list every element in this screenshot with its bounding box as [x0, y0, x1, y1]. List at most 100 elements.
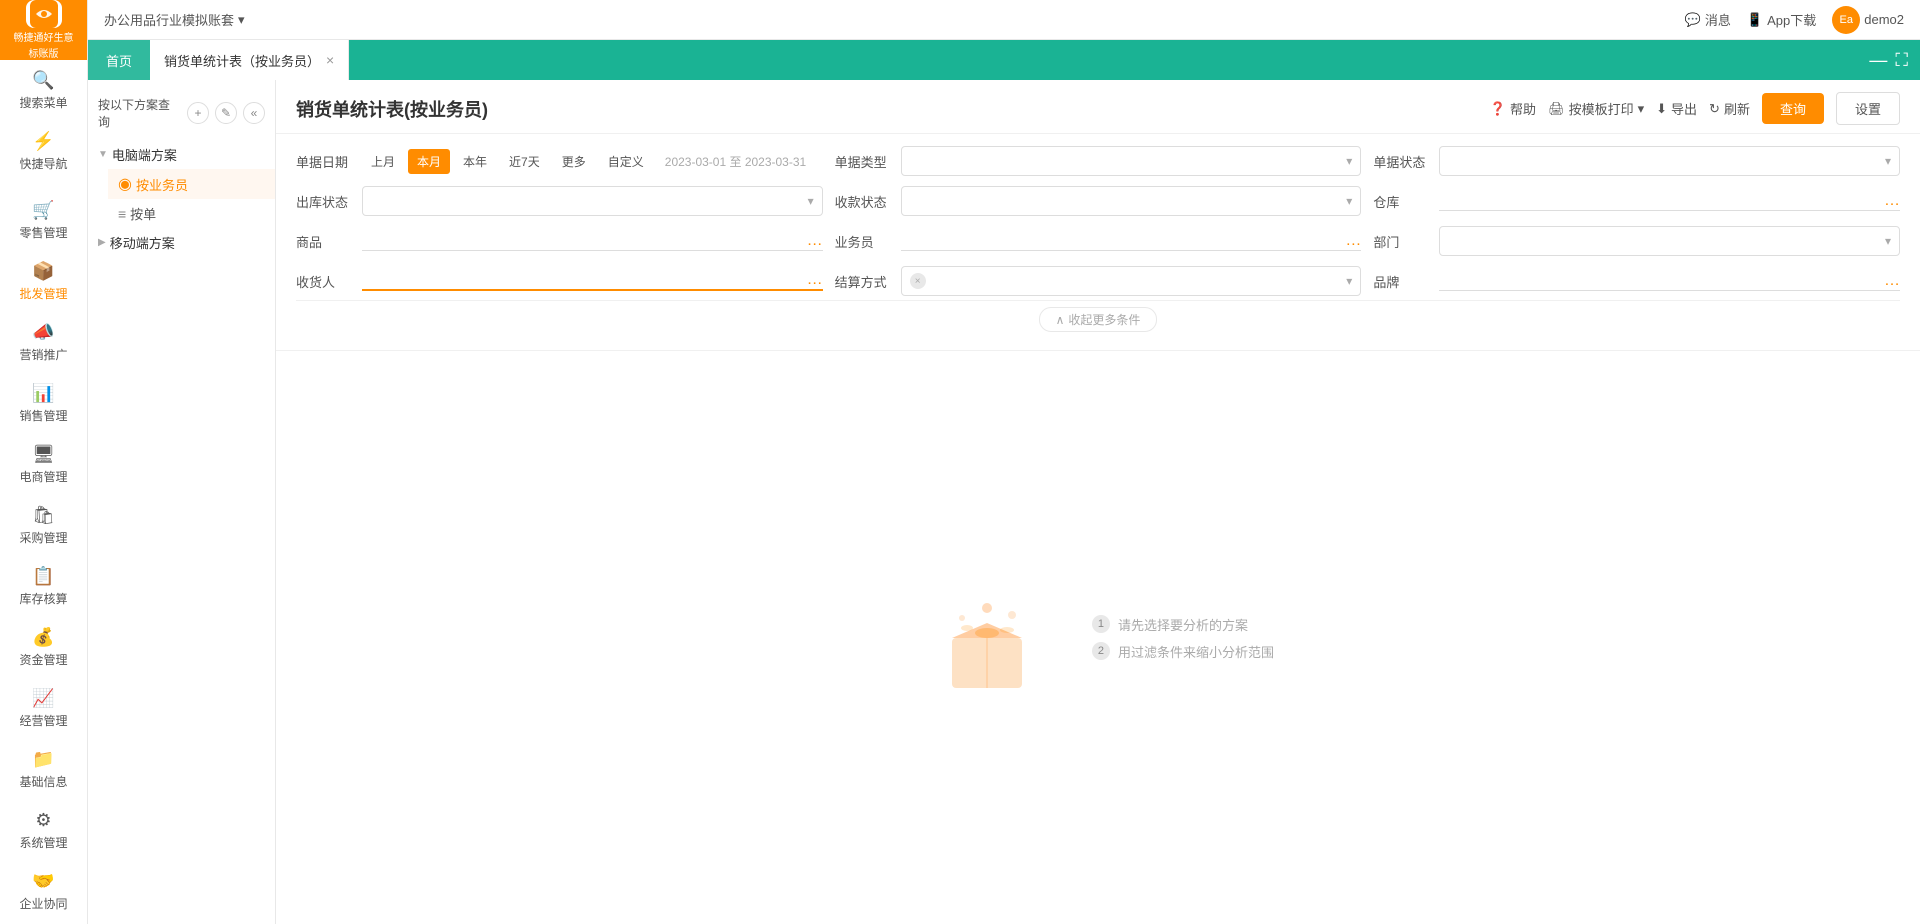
- export-icon: ⬇: [1656, 101, 1667, 117]
- doc-type-select[interactable]: ▾: [901, 146, 1362, 176]
- panel-collapse-btn[interactable]: «: [243, 102, 265, 124]
- sidebar-item-marketing[interactable]: 📣 营销推广: [0, 312, 88, 373]
- receipt-status-arrow-icon: ▾: [1346, 194, 1352, 208]
- out-status-arrow-icon: ▾: [808, 194, 814, 208]
- doc-status-arrow-icon: ▾: [1885, 154, 1891, 168]
- system-nav-icon: ⚙: [35, 810, 51, 831]
- sidebar-label-system: 系统管理: [19, 834, 67, 851]
- settlement-arrow-icon: ▾: [1346, 274, 1352, 288]
- salesperson-dots-icon[interactable]: …: [1345, 232, 1361, 250]
- avatar-text: Ea: [1840, 14, 1853, 26]
- sidebar-item-sales[interactable]: 📊 销售管理: [0, 373, 88, 434]
- tree-item-by-order[interactable]: ≡ 按单: [108, 199, 275, 228]
- sidebar-item-purchase[interactable]: 🛍 采购管理: [0, 495, 88, 556]
- salesperson-label: 业务员: [835, 232, 895, 251]
- template-print-btn[interactable]: 🖨 按模板打印 ▾: [1548, 99, 1644, 118]
- settings-button[interactable]: 设置: [1836, 92, 1900, 125]
- tree-label-mobile: 移动端方案: [110, 233, 175, 252]
- message-label: 消息: [1705, 10, 1731, 29]
- collapse-label: 收起更多条件: [1068, 311, 1140, 328]
- tab-active[interactable]: 销货单统计表（按业务员） ×: [150, 40, 349, 80]
- tip-text-2: 用过滤条件来缩小分析范围: [1118, 642, 1274, 661]
- receipt-status-filter-item: 收款状态 ▾: [835, 186, 1362, 216]
- settlement-select[interactable]: × ▾: [901, 266, 1362, 296]
- tab-close-icon[interactable]: ×: [326, 52, 334, 68]
- department-select[interactable]: ▾: [1439, 226, 1900, 256]
- receipt-status-select[interactable]: ▾: [901, 186, 1362, 216]
- out-status-label: 出库状态: [296, 192, 356, 211]
- brand-input[interactable]: [1439, 273, 1880, 288]
- industry-selector[interactable]: 办公用品行业模拟账套 ▾: [104, 10, 245, 29]
- consignee-input[interactable]: [362, 273, 803, 288]
- page-title: 销货单统计表(按业务员): [296, 96, 488, 122]
- sidebar-item-basic[interactable]: 📁 基础信息: [0, 739, 88, 800]
- consignee-dots-icon[interactable]: …: [807, 271, 823, 289]
- purchase-nav-icon: 🛍: [32, 505, 55, 526]
- product-filter-item: 商品 …: [296, 226, 823, 256]
- tree-section: ▼ 电脑端方案 ◉ 按业务员 ≡ 按单 ▶ 移动端方案: [88, 136, 275, 261]
- panel-header: 按以下方案查询 + ✎ «: [88, 90, 275, 136]
- tree-desktop[interactable]: ▼ 电脑端方案: [88, 140, 275, 169]
- search-nav-icon: 🔍: [32, 70, 54, 91]
- panel-add-btn[interactable]: +: [187, 102, 209, 124]
- sidebar-item-search[interactable]: 🔍 搜索菜单: [0, 60, 88, 121]
- window-maximize-btn[interactable]: ⛶: [1895, 50, 1908, 71]
- warehouse-input[interactable]: [1439, 193, 1880, 208]
- settlement-clear-icon[interactable]: ×: [910, 273, 926, 289]
- order-icon: ≡: [118, 206, 126, 222]
- print-dropdown-icon: ▾: [1638, 101, 1645, 117]
- main-area: 办公用品行业模拟账套 ▾ 💬 消息 📱 App下载 Ea demo2 首页: [88, 0, 1920, 924]
- collapse-btn[interactable]: ∧ 收起更多条件: [1039, 307, 1158, 332]
- sidebar-item-ecommerce[interactable]: 🖥 电商管理: [0, 434, 88, 495]
- tree-arrow-desktop: ▼: [98, 149, 108, 160]
- date-btn-this-year[interactable]: 本年: [454, 149, 496, 174]
- date-btn-this-month[interactable]: 本月: [408, 149, 450, 174]
- sidebar-label-shortcuts: 快捷导航: [19, 155, 67, 172]
- sidebar-label-basic: 基础信息: [19, 773, 67, 790]
- sidebar-item-cooperation[interactable]: 🤝 企业协同: [0, 861, 88, 922]
- retail-nav-icon: 🛒: [32, 200, 54, 221]
- sidebar-label-marketing: 营销推广: [19, 346, 67, 363]
- industry-label: 办公用品行业模拟账套: [104, 10, 234, 29]
- tip-num-2: 2: [1092, 642, 1110, 660]
- product-dots-icon[interactable]: …: [807, 232, 823, 250]
- doc-status-select[interactable]: ▾: [1439, 146, 1900, 176]
- warehouse-dots-icon[interactable]: …: [1884, 192, 1900, 210]
- out-status-select[interactable]: ▾: [362, 186, 823, 216]
- sidebar-item-retail[interactable]: 🛒 零售管理: [0, 190, 88, 251]
- page-header-actions: ❓ 帮助 🖨 按模板打印 ▾ ⬇ 导出 ↻ 刷新: [1490, 92, 1900, 125]
- brand-dots-icon[interactable]: …: [1884, 272, 1900, 290]
- refresh-label: 刷新: [1724, 99, 1750, 118]
- product-input[interactable]: [362, 233, 803, 248]
- refresh-icon: ↻: [1709, 101, 1720, 117]
- sidebar-item-inventory[interactable]: 📋 库存核算: [0, 556, 88, 617]
- date-btn-custom[interactable]: 自定义: [599, 149, 653, 174]
- sidebar-item-operations[interactable]: 📈 经营管理: [0, 678, 88, 739]
- panel-edit-btn[interactable]: ✎: [215, 102, 237, 124]
- window-minimize-btn[interactable]: —: [1869, 50, 1887, 71]
- sidebar-item-finance[interactable]: 💰 资金管理: [0, 617, 88, 678]
- tree-item-by-salesperson[interactable]: ◉ 按业务员: [108, 169, 275, 199]
- sidebar-item-wholesale[interactable]: 📦 批发管理: [0, 251, 88, 312]
- refresh-btn[interactable]: ↻ 刷新: [1709, 99, 1750, 118]
- date-btn-last-month[interactable]: 上月: [362, 149, 404, 174]
- settlement-label: 结算方式: [835, 272, 895, 291]
- date-btn-more[interactable]: 更多: [553, 149, 595, 174]
- export-btn[interactable]: ⬇ 导出: [1656, 99, 1697, 118]
- tree-mobile[interactable]: ▶ 移动端方案: [88, 228, 275, 257]
- date-btn-last7[interactable]: 近7天: [500, 149, 549, 174]
- message-btn[interactable]: 💬 消息: [1685, 10, 1731, 29]
- sidebar-item-shortcuts[interactable]: ⚡ 快捷导航: [0, 121, 88, 182]
- sidebar-item-system[interactable]: ⚙ 系统管理: [0, 800, 88, 861]
- salesperson-input[interactable]: [901, 233, 1342, 248]
- dropdown-arrow-icon: ▾: [238, 12, 245, 28]
- left-panel: 按以下方案查询 + ✎ « ▼ 电脑端方案: [88, 80, 276, 924]
- out-status-filter-item: 出库状态 ▾: [296, 186, 823, 216]
- doc-status-filter-item: 单据状态 ▾: [1373, 146, 1900, 176]
- query-button[interactable]: 查询: [1762, 93, 1824, 124]
- tree-label-by-order: 按单: [130, 204, 156, 223]
- tab-home[interactable]: 首页: [88, 40, 150, 80]
- user-menu[interactable]: Ea demo2: [1832, 6, 1904, 34]
- app-download-btn[interactable]: 📱 App下载: [1747, 10, 1816, 29]
- help-btn[interactable]: ❓ 帮助: [1490, 99, 1536, 118]
